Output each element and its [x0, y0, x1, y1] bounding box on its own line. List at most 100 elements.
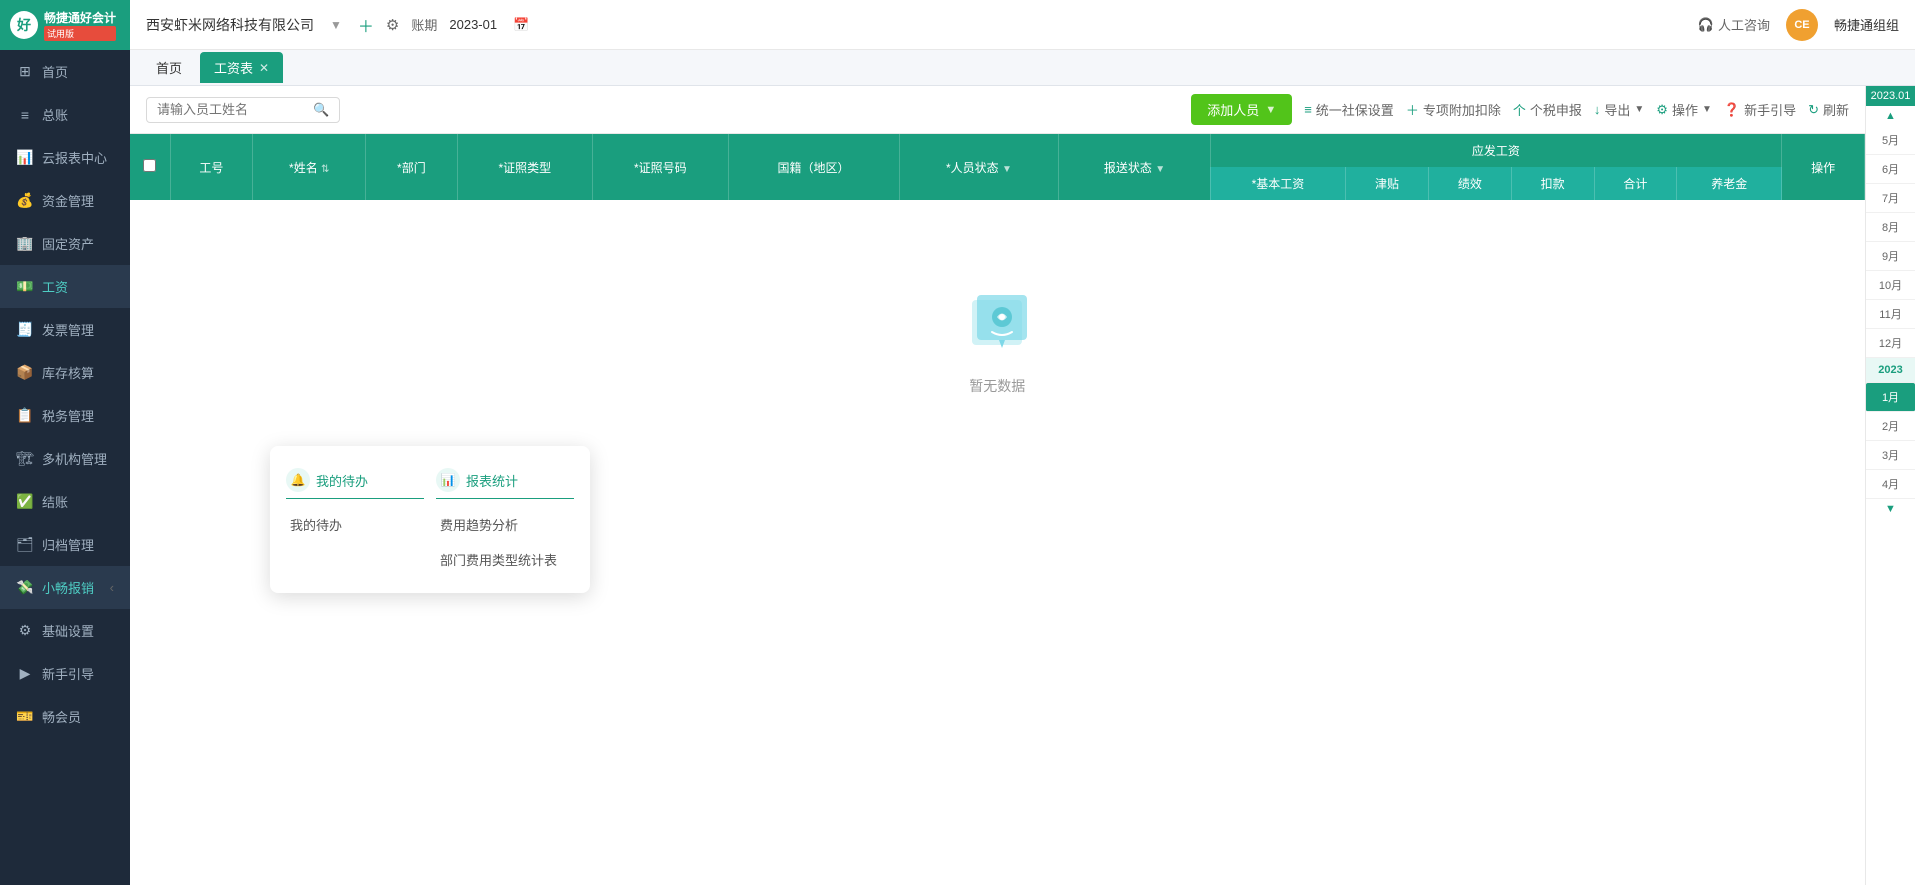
sidebar-item-xiaochang[interactable]: 💸 小畅报销 ‹: [0, 566, 130, 609]
empty-text: 暂无数据: [969, 376, 1025, 396]
popup-todo-item[interactable]: 我的待办: [286, 507, 424, 542]
timeline-apr[interactable]: 4月: [1866, 470, 1915, 499]
search-box[interactable]: 🔍: [146, 97, 340, 123]
tab-payroll[interactable]: 工资表 ✕: [200, 52, 283, 83]
sidebar-item-payroll[interactable]: 💵 工资: [0, 265, 130, 308]
select-all-checkbox[interactable]: [143, 159, 156, 172]
popup-section: 🔔 我的待办 我的待办 📊 报表统计 费用趋势分析 部门费用类型统计表: [286, 462, 574, 577]
sidebar-item-archive[interactable]: 🗂 归档管理: [0, 523, 130, 566]
add-person-button[interactable]: 添加人员 ▼: [1191, 94, 1292, 125]
export-button[interactable]: ↓ 导出 ▼: [1594, 100, 1644, 119]
timeline-nov[interactable]: 11月: [1866, 300, 1915, 329]
toolbar: 🔍 添加人员 ▼ ≡ 统一社保设置 ＋ 专项附加扣除: [130, 86, 1865, 134]
sidebar-item-funds[interactable]: 💰 资金管理: [0, 179, 130, 222]
social-label: 统一社保设置: [1316, 100, 1394, 119]
sidebar-item-label: 总账: [42, 105, 68, 124]
timeline-down-button[interactable]: ▼: [1866, 499, 1915, 519]
search-input[interactable]: [157, 102, 307, 117]
report-filter-icon: ▼: [1155, 164, 1165, 175]
refresh-icon: ↻: [1808, 102, 1819, 118]
guide-button[interactable]: ❓ 新手引导: [1724, 100, 1796, 119]
empty-icon: [957, 280, 1037, 360]
sidebar-item-assets[interactable]: 🏢 固定资产: [0, 222, 130, 265]
sidebar: 好 畅捷通好会计 试用版 ⊞ 首页 ≡ 总账 📊 云报表中心 💰 资金管理 🏢 …: [0, 0, 130, 885]
refresh-button[interactable]: ↻ 刷新: [1808, 100, 1849, 119]
popup-dept-item[interactable]: 部门费用类型统计表: [436, 542, 574, 577]
sidebar-item-label: 小畅报销: [42, 578, 94, 597]
period-label: 账期: [411, 15, 437, 34]
popup-trend-item[interactable]: 费用趋势分析: [436, 507, 574, 542]
tax-label: 个税申报: [1530, 100, 1582, 119]
timeline-aug[interactable]: 8月: [1866, 213, 1915, 242]
user-name[interactable]: 畅捷通组组: [1834, 15, 1899, 34]
timeline-jan-current[interactable]: 1月: [1866, 383, 1915, 412]
timeline-may[interactable]: 5月: [1866, 126, 1915, 155]
timeline-jul[interactable]: 7月: [1866, 184, 1915, 213]
ops-arrow-icon: ▼: [1702, 104, 1712, 115]
add-person-label: 添加人员: [1207, 100, 1259, 119]
calendar-icon[interactable]: 📅: [513, 17, 529, 33]
popup-col-todo-header[interactable]: 🔔 我的待办: [286, 462, 424, 499]
guide-icon: ▶: [16, 665, 34, 682]
empty-state-cell: 暂无数据: [130, 200, 1865, 476]
timeline-sep[interactable]: 9月: [1866, 242, 1915, 271]
sidebar-item-ledger[interactable]: ≡ 总账: [0, 93, 130, 136]
timeline-oct[interactable]: 10月: [1866, 271, 1915, 300]
sidebar-item-label: 畅会员: [42, 707, 81, 726]
avatar[interactable]: CE: [1786, 9, 1818, 41]
popup-reports-title: 报表统计: [466, 471, 518, 490]
sidebar-item-guide[interactable]: ▶ 新手引导: [0, 652, 130, 695]
sidebar-item-inventory[interactable]: 📦 库存核算: [0, 351, 130, 394]
company-dropdown-icon[interactable]: ▼: [330, 18, 342, 32]
search-icon[interactable]: 🔍: [313, 102, 329, 118]
tab-payroll-label: 工资表: [214, 58, 253, 77]
th-status[interactable]: *人员状态 ▼: [899, 134, 1059, 200]
operations-button[interactable]: ⚙ 操作 ▼: [1656, 100, 1712, 119]
th-report-status[interactable]: 报送状态 ▼: [1059, 134, 1210, 200]
sidebar-item-multi[interactable]: 🏗 多机构管理: [0, 437, 130, 480]
payroll-table: 工号 *姓名 ⇅ *部门 *证照类型: [130, 134, 1865, 476]
status-filter-icon: ▼: [1002, 164, 1012, 175]
sidebar-item-invoice[interactable]: 🧾 发票管理: [0, 308, 130, 351]
tab-home[interactable]: 首页: [142, 52, 196, 83]
timeline-feb[interactable]: 2月: [1866, 412, 1915, 441]
timeline-up-button[interactable]: ▲: [1866, 106, 1915, 126]
settings-icon[interactable]: ⚙: [386, 16, 399, 34]
sidebar-item-label: 结账: [42, 492, 68, 511]
timeline-year-2023[interactable]: 2023: [1866, 358, 1915, 383]
sidebar-item-settle[interactable]: ✅ 结账: [0, 480, 130, 523]
add-company-button[interactable]: ＋: [358, 13, 374, 37]
support-button[interactable]: 🎧 人工咨询: [1698, 15, 1770, 34]
timeline-jun[interactable]: 6月: [1866, 155, 1915, 184]
tabbar: 首页 工资表 ✕: [130, 50, 1915, 86]
sidebar-item-basic[interactable]: ⚙ 基础设置: [0, 609, 130, 652]
tax-icon: 📋: [16, 407, 34, 424]
logo-icon: 好: [10, 11, 38, 39]
export-icon: ↓: [1594, 102, 1601, 117]
logo-title: 畅捷通好会计: [44, 9, 116, 26]
sidebar-item-home[interactable]: ⊞ 首页: [0, 50, 130, 93]
th-total: 合计: [1594, 167, 1677, 200]
tax-icon: 个: [1513, 100, 1526, 119]
reports-col-icon: 📊: [436, 468, 460, 492]
funds-icon: 💰: [16, 192, 34, 209]
social-security-button[interactable]: ≡ 统一社保设置: [1304, 100, 1394, 119]
multi-icon: 🏗: [16, 450, 34, 467]
timeline-dec[interactable]: 12月: [1866, 329, 1915, 358]
support-label: 人工咨询: [1718, 15, 1770, 34]
timeline-mar[interactable]: 3月: [1866, 441, 1915, 470]
tab-close-icon[interactable]: ✕: [259, 61, 269, 75]
empty-state: 暂无数据: [130, 200, 1865, 476]
th-name[interactable]: *姓名 ⇅: [253, 134, 366, 200]
sidebar-item-tax[interactable]: 📋 税务管理: [0, 394, 130, 437]
ledger-icon: ≡: [16, 107, 34, 123]
tax-report-button[interactable]: 个 个税申报: [1513, 100, 1582, 119]
popup-col-reports-header[interactable]: 📊 报表统计: [436, 462, 574, 499]
special-deduct-button[interactable]: ＋ 专项附加扣除: [1406, 100, 1501, 119]
ops-label: 操作: [1672, 100, 1698, 119]
name-sort-icon: ⇅: [321, 164, 329, 175]
th-action: 操作: [1782, 134, 1865, 200]
timeline: 2023.01 ▲ 5月 6月 7月 8月 9月 10月 11月: [1865, 86, 1915, 885]
sidebar-item-member[interactable]: 🎫 畅会员: [0, 695, 130, 738]
sidebar-item-reports[interactable]: 📊 云报表中心: [0, 136, 130, 179]
